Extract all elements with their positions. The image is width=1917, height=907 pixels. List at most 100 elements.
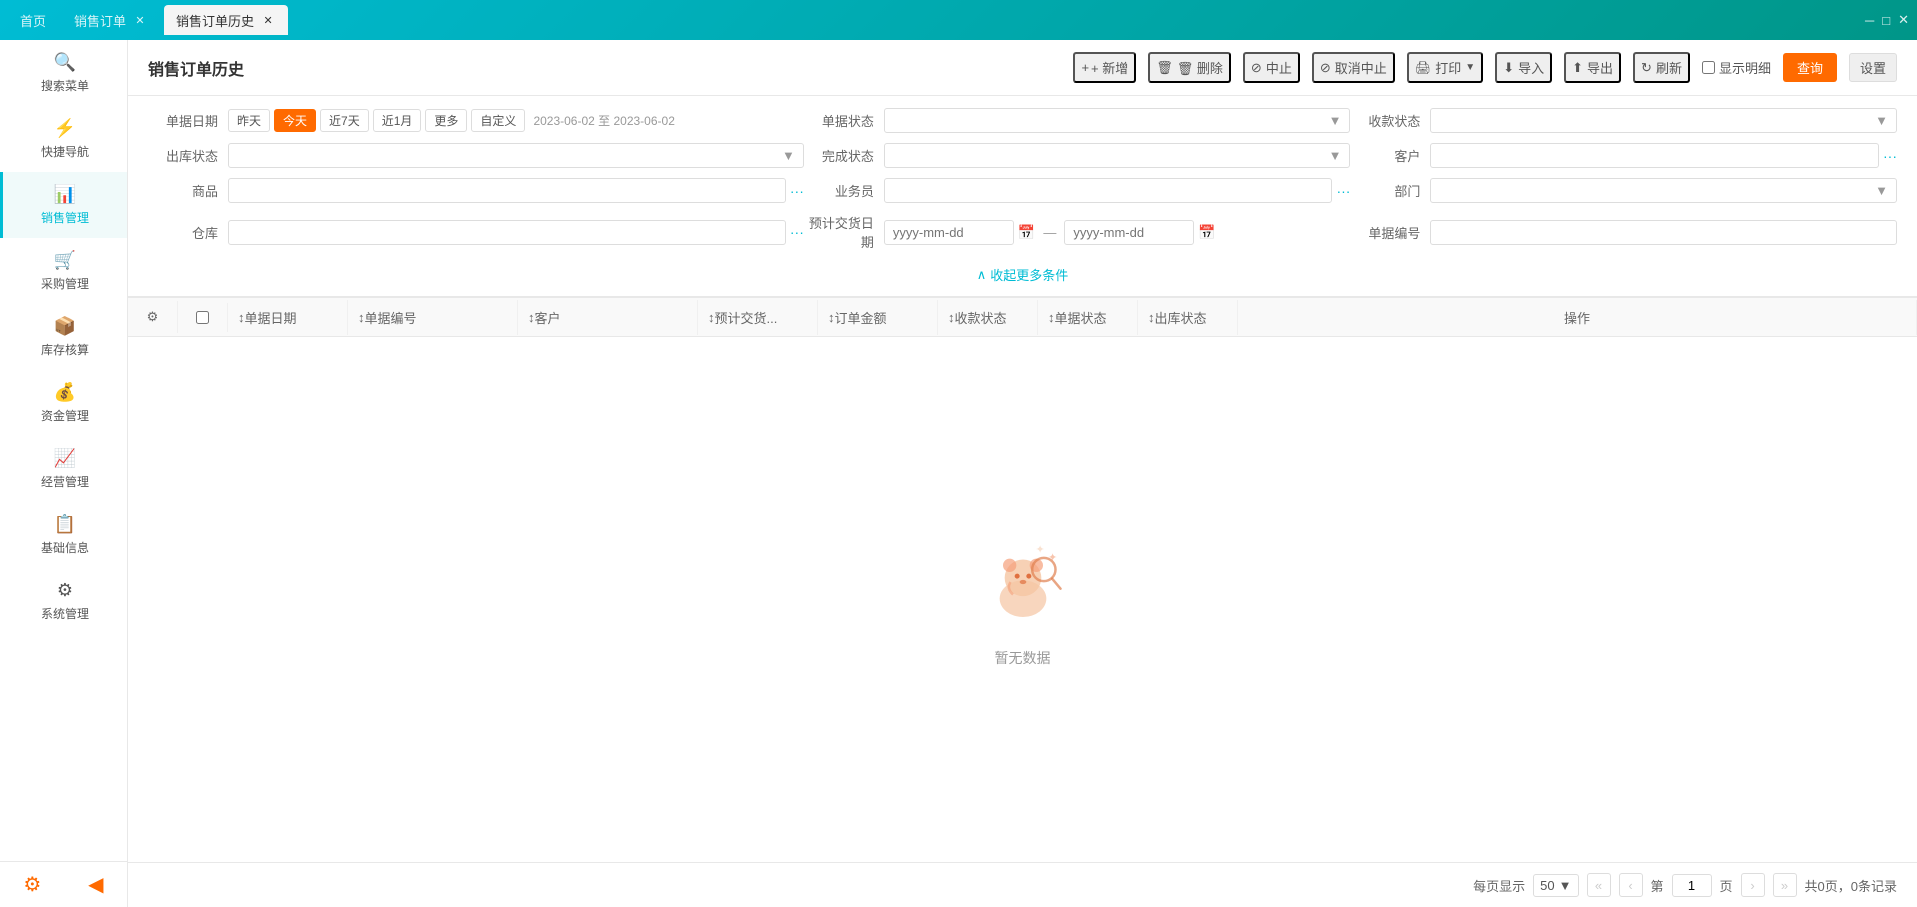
warehouse-input[interactable]: [228, 220, 786, 245]
sidebar-item-quick-nav[interactable]: ⚡ 快捷导航: [0, 106, 127, 172]
print-button[interactable]: 🖨 打印 ▼: [1407, 52, 1483, 83]
empty-text: 暂无数据: [995, 648, 1051, 668]
filter-col-order-status: 单据状态 ▼: [804, 108, 1351, 133]
page-number-input[interactable]: [1672, 874, 1712, 897]
order-status-select[interactable]: ▼: [884, 108, 1351, 133]
tab-sales-order-history-close[interactable]: ✕: [260, 12, 276, 28]
export-button[interactable]: ⬆ 导出: [1564, 52, 1621, 83]
select-all-checkbox[interactable]: [196, 311, 209, 324]
delivery-status-select[interactable]: ▼: [228, 143, 804, 168]
quick-nav-icon: ⚡: [54, 118, 76, 139]
filter-col-date: 单据日期 昨天 今天 近7天 近1月 更多 自定义 2023-06-02 至 2…: [148, 109, 804, 132]
query-button[interactable]: 查询: [1783, 53, 1837, 82]
customer-dots[interactable]: ···: [1883, 148, 1897, 164]
warehouse-dots[interactable]: ···: [790, 224, 804, 240]
filter-col-delivery-date: 预计交货日期 📅 — 📅: [804, 213, 1351, 251]
filter-col-department: 部门 ▼: [1350, 178, 1897, 203]
settings-button[interactable]: 设置: [1849, 53, 1897, 82]
cancel-stop-button[interactable]: ⊘ 取消中止: [1312, 52, 1395, 83]
th-actions-label: 操作: [1564, 308, 1590, 327]
date-btn-7days[interactable]: 近7天: [320, 109, 369, 132]
sidebar-label-operations: 经营管理: [41, 473, 89, 490]
calendar-from-icon[interactable]: 📅: [1018, 224, 1035, 241]
print-icon: 🖨: [1415, 60, 1432, 76]
date-btn-more[interactable]: 更多: [425, 109, 467, 132]
maximize-icon[interactable]: □: [1882, 13, 1890, 28]
warehouse-label: 仓库: [148, 223, 228, 242]
date-btn-today[interactable]: 今天: [274, 109, 316, 132]
th-order-status[interactable]: ↕ 单据状态: [1038, 300, 1138, 335]
sidebar-item-operations[interactable]: 📈 经营管理: [0, 436, 127, 502]
completion-status-select[interactable]: ▼: [884, 143, 1351, 168]
th-payment-status[interactable]: ↕ 收款状态: [938, 300, 1038, 335]
th-customer[interactable]: ↕ 客户: [518, 300, 698, 335]
sidebar-item-system[interactable]: ⚙ 系统管理: [0, 568, 127, 634]
close-icon[interactable]: ✕: [1898, 12, 1909, 28]
delivery-date-from[interactable]: [884, 220, 1014, 245]
settings-label: 设置: [1860, 58, 1886, 77]
per-page-select[interactable]: 50 ▼: [1533, 874, 1578, 897]
th-delivery-status[interactable]: ↕ 出库状态: [1138, 300, 1238, 335]
th-amount[interactable]: ↕ 订单金额: [818, 300, 938, 335]
sidebar-label-finance: 资金管理: [41, 407, 89, 424]
refresh-icon: ↻: [1641, 60, 1652, 76]
product-dots[interactable]: ···: [790, 183, 804, 199]
tab-sales-order[interactable]: 销售订单 ✕: [62, 5, 160, 35]
page-label-prefix: 第: [1651, 876, 1664, 895]
first-page-btn[interactable]: «: [1587, 873, 1611, 897]
customer-label: 客户: [1350, 146, 1430, 165]
collapse-row[interactable]: ∧ 收起更多条件: [148, 261, 1897, 284]
product-input[interactable]: [228, 178, 786, 203]
date-filter-value: 昨天 今天 近7天 近1月 更多 自定义 2023-06-02 至 2023-0…: [228, 109, 804, 132]
filter-area: 单据日期 昨天 今天 近7天 近1月 更多 自定义 2023-06-02 至 2…: [128, 96, 1917, 297]
tab-sales-order-close[interactable]: ✕: [132, 12, 148, 28]
sidebar-item-finance[interactable]: 💰 资金管理: [0, 370, 127, 436]
sidebar-item-sales[interactable]: 📊 销售管理: [0, 172, 127, 238]
new-button[interactable]: + + 新增: [1073, 52, 1136, 83]
salesperson-input[interactable]: [884, 178, 1333, 203]
sidebar-item-basic-info[interactable]: 📋 基础信息: [0, 502, 127, 568]
filter-row-3: 商品 ··· 业务员 ··· 部门 ▼: [148, 178, 1897, 203]
display-field-checkbox[interactable]: [1702, 61, 1715, 74]
th-checkbox[interactable]: [178, 303, 228, 332]
finance-icon: 💰: [54, 382, 76, 403]
department-select[interactable]: ▼: [1430, 178, 1897, 203]
svg-text:✦: ✦: [1035, 543, 1044, 555]
th-order-no[interactable]: ↕ 单据编号: [348, 300, 518, 335]
sidebar-item-search[interactable]: 🔍 搜索菜单: [0, 40, 127, 106]
import-button[interactable]: ⬇ 导入: [1495, 52, 1552, 83]
order-no-input[interactable]: [1430, 220, 1897, 245]
next-page-btn[interactable]: ›: [1741, 873, 1765, 897]
date-btn-1month[interactable]: 近1月: [373, 109, 422, 132]
th-settings[interactable]: ⚙: [128, 301, 178, 333]
filter-row-1: 单据日期 昨天 今天 近7天 近1月 更多 自定义 2023-06-02 至 2…: [148, 108, 1897, 133]
sidebar-settings-icon[interactable]: ⚙: [23, 872, 41, 897]
th-delivery-date[interactable]: ↕ 预计交货...: [698, 300, 818, 335]
sidebar-item-purchase[interactable]: 🛒 采购管理: [0, 238, 127, 304]
last-page-btn[interactable]: »: [1773, 873, 1797, 897]
date-btn-yesterday[interactable]: 昨天: [228, 109, 270, 132]
date-btn-custom[interactable]: 自定义: [471, 109, 525, 132]
delivery-date-to[interactable]: [1064, 220, 1194, 245]
tab-sales-order-label: 销售订单: [74, 11, 126, 30]
stop-button[interactable]: ⊘ 中止: [1243, 52, 1300, 83]
sidebar-label-search: 搜索菜单: [41, 77, 89, 94]
payment-status-select[interactable]: ▼: [1430, 108, 1897, 133]
customer-input[interactable]: [1430, 143, 1879, 168]
th-date[interactable]: ↕ 单据日期: [228, 300, 348, 335]
tab-sales-order-history[interactable]: 销售订单历史 ✕: [164, 5, 288, 35]
tab-home[interactable]: 首页: [8, 5, 58, 35]
refresh-button[interactable]: ↻ 刷新: [1633, 52, 1690, 83]
display-field-toggle[interactable]: 显示明细: [1702, 58, 1771, 77]
prev-page-btn[interactable]: ‹: [1619, 873, 1643, 897]
filter-col-delivery-status: 出库状态 ▼: [148, 143, 804, 168]
top-bar: 首页 销售订单 ✕ 销售订单历史 ✕ ─ □ ✕: [0, 0, 1917, 40]
sidebar-item-inventory[interactable]: 📦 库存核算: [0, 304, 127, 370]
delete-button[interactable]: 🗑 🗑 删除: [1148, 52, 1231, 83]
minimize-icon[interactable]: ─: [1865, 13, 1874, 28]
salesperson-dots[interactable]: ···: [1336, 183, 1350, 199]
sidebar-collapse-icon[interactable]: ◀: [88, 872, 103, 897]
department-label: 部门: [1350, 181, 1430, 200]
calendar-to-icon[interactable]: 📅: [1198, 224, 1215, 241]
sidebar: 🔍 搜索菜单 ⚡ 快捷导航 📊 销售管理 🛒 采购管理 📦 库存核算 💰 资金管…: [0, 40, 128, 907]
